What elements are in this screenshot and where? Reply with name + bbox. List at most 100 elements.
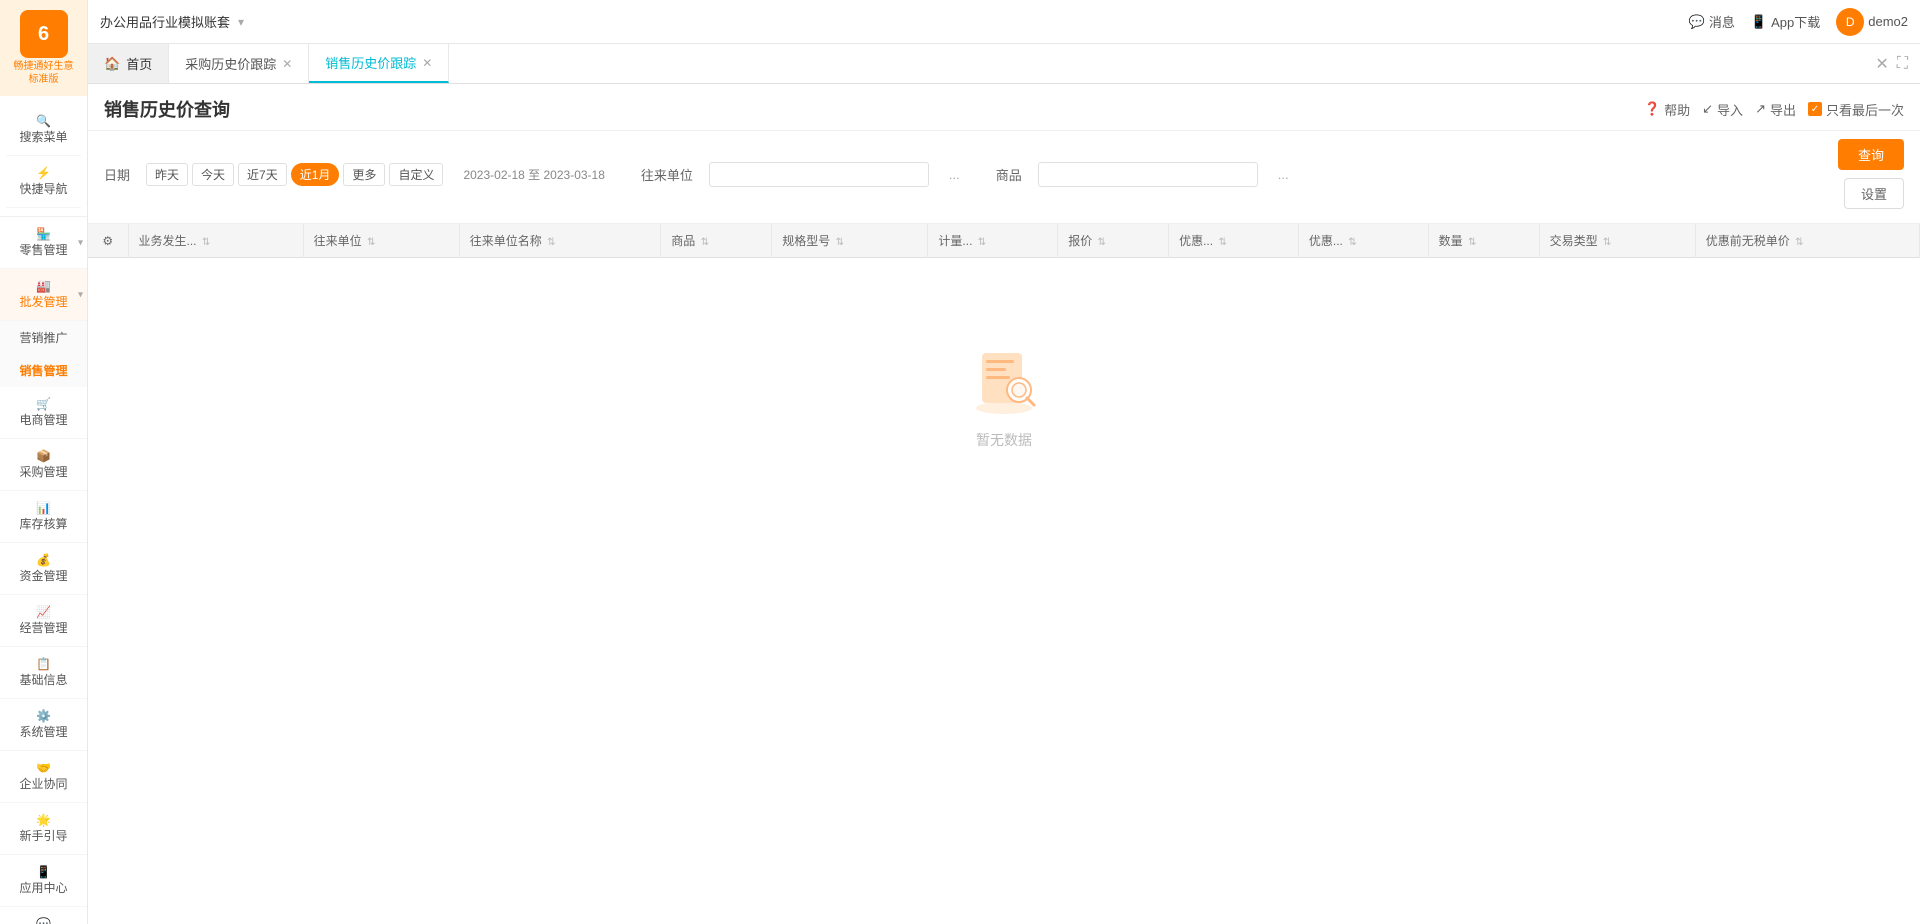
sidebar-sub-nav: 营销推广 销售管理 xyxy=(0,321,87,387)
col-goods[interactable]: 商品 ⇅ xyxy=(661,224,772,258)
help-button[interactable]: ❓ 帮助 xyxy=(1644,100,1690,119)
topbar-dropdown-icon[interactable]: ▾ xyxy=(238,15,244,29)
col-partner-code-label: 往来单位 xyxy=(314,234,362,248)
col-pre-tax-price-label: 优惠前无税单价 xyxy=(1706,234,1790,248)
tab-purchase-history-close[interactable]: ✕ xyxy=(282,57,292,71)
tab-home[interactable]: 🏠 首页 xyxy=(88,44,169,83)
sidebar-apps-label: 应用中心 xyxy=(19,879,67,896)
col-discount2-label: 优惠... xyxy=(1309,234,1343,248)
query-button[interactable]: 查询 xyxy=(1838,139,1904,170)
date-btn-yesterday[interactable]: 昨天 xyxy=(146,163,188,186)
import-label: 导入 xyxy=(1717,100,1743,119)
sidebar-item-finance[interactable]: 💰 资金管理 xyxy=(0,543,87,595)
goods-dots[interactable]: ... xyxy=(1278,167,1289,182)
sidebar-system-label: 系统管理 xyxy=(19,723,67,740)
sort-arrows-spec: ⇅ xyxy=(836,237,844,248)
col-settings[interactable]: ⚙ xyxy=(88,224,128,258)
tab-sales-history[interactable]: 销售历史价跟踪 ✕ xyxy=(309,44,449,83)
col-trade-type[interactable]: 交易类型 ⇅ xyxy=(1539,224,1695,258)
partner-input[interactable] xyxy=(709,162,929,187)
settings-button[interactable]: 设置 xyxy=(1844,178,1904,209)
date-btn-last1m[interactable]: 近1月 xyxy=(291,163,340,186)
retail-icon: 🏪 xyxy=(36,227,51,241)
sort-arrows-goods: ⇅ xyxy=(701,237,709,248)
sidebar-item-apps[interactable]: 📱 应用中心 xyxy=(0,855,87,907)
sidebar-item-retail[interactable]: 🏪 零售管理 xyxy=(0,217,87,269)
date-range-display: 2023-02-18 至 2023-03-18 xyxy=(463,166,604,183)
import-button[interactable]: ↙ 导入 xyxy=(1702,100,1743,119)
wechat-icon: 💬 xyxy=(36,917,51,924)
col-discount1[interactable]: 优惠... ⇅ xyxy=(1169,224,1299,258)
sidebar-newbie-label: 新手引导 xyxy=(19,827,67,844)
sidebar-shortcut-label: 快捷导航 xyxy=(19,180,67,197)
tab-fullscreen-icon[interactable]: ⛶ xyxy=(1897,55,1908,73)
page-header: 销售历史价查询 ❓ 帮助 ↙ 导入 ↗ 导出 ✓ 只看最后一次 xyxy=(88,84,1920,131)
col-quantity-label: 数量 xyxy=(1439,234,1463,248)
table-container: ⚙ 业务发生... ⇅ 往来单位 ⇅ 往来单位名称 ⇅ xyxy=(88,224,1920,924)
sidebar-item-enterprise[interactable]: 🤝 企业协同 xyxy=(0,751,87,803)
col-unit-label: 计量... xyxy=(938,234,972,248)
sidebar-item-operation[interactable]: 📈 经营管理 xyxy=(0,595,87,647)
app-download-button[interactable]: 📱 App下载 xyxy=(1751,12,1820,31)
sidebar-item-sales[interactable]: 销售管理 xyxy=(0,354,87,387)
col-settings-icon[interactable]: ⚙ xyxy=(102,234,113,248)
page-actions: ❓ 帮助 ↙ 导入 ↗ 导出 ✓ 只看最后一次 xyxy=(1644,100,1904,119)
sidebar-item-search[interactable]: 🔍 搜索菜单 xyxy=(6,104,81,156)
purchase-icon: 📦 xyxy=(36,449,51,463)
sidebar-item-ecommerce[interactable]: 🛒 电商管理 xyxy=(0,387,87,439)
message-button[interactable]: 💬 消息 xyxy=(1689,12,1735,31)
tab-sales-history-close[interactable]: ✕ xyxy=(422,56,432,70)
date-btn-more[interactable]: 更多 xyxy=(343,163,385,186)
col-partner-code[interactable]: 往来单位 ⇅ xyxy=(303,224,459,258)
col-biz-date[interactable]: 业务发生... ⇅ xyxy=(128,224,303,258)
col-unit[interactable]: 计量... ⇅ xyxy=(928,224,1058,258)
apps-icon: 📱 xyxy=(36,865,51,879)
sort-arrows-unit: ⇅ xyxy=(978,237,986,248)
col-quote[interactable]: 报价 ⇅ xyxy=(1058,224,1169,258)
empty-state: 暂无数据 xyxy=(88,258,1920,530)
sidebar-finance-label: 资金管理 xyxy=(19,567,67,584)
sidebar-item-inventory[interactable]: 📊 库存核算 xyxy=(0,491,87,543)
username-label: demo2 xyxy=(1868,14,1908,29)
date-btn-last7[interactable]: 近7天 xyxy=(238,163,287,186)
sidebar-ecommerce-label: 电商管理 xyxy=(19,411,67,428)
sidebar-item-marketing[interactable]: 营销推广 xyxy=(0,321,87,354)
sidebar-item-newbie[interactable]: 🌟 新手引导 xyxy=(0,803,87,855)
col-partner-name[interactable]: 往来单位名称 ⇅ xyxy=(459,224,661,258)
sort-arrows-quote: ⇅ xyxy=(1098,237,1106,248)
tab-purchase-history[interactable]: 采购历史价跟踪 ✕ xyxy=(169,44,309,83)
sort-arrows-partner-code: ⇅ xyxy=(367,237,375,248)
sidebar-retail-label: 零售管理 xyxy=(19,241,67,258)
sidebar-item-wholesale[interactable]: 🏭 批发管理 xyxy=(0,269,87,321)
sidebar-operation-label: 经营管理 xyxy=(19,619,67,636)
user-menu[interactable]: D demo2 xyxy=(1836,8,1908,36)
sidebar-item-purchase[interactable]: 📦 采购管理 xyxy=(0,439,87,491)
checkbox-checked-icon: ✓ xyxy=(1808,102,1822,116)
goods-input[interactable] xyxy=(1038,162,1258,187)
tab-sales-history-label: 销售历史价跟踪 xyxy=(325,53,416,72)
sidebar-item-basic[interactable]: 📋 基础信息 xyxy=(0,647,87,699)
col-partner-name-label: 往来单位名称 xyxy=(470,234,542,248)
message-label: 消息 xyxy=(1709,12,1735,31)
sidebar-basic-label: 基础信息 xyxy=(19,671,67,688)
sidebar-item-shortcut[interactable]: ⚡ 快捷导航 xyxy=(6,156,81,208)
tab-close-all-icon[interactable]: ✕ xyxy=(1875,54,1888,74)
topbar-right: 💬 消息 📱 App下载 D demo2 xyxy=(1689,8,1908,36)
col-quantity[interactable]: 数量 ⇅ xyxy=(1428,224,1539,258)
sidebar-inventory-label: 库存核算 xyxy=(19,515,67,532)
date-btn-custom[interactable]: 自定义 xyxy=(389,163,443,186)
col-goods-label: 商品 xyxy=(671,234,695,248)
date-btn-today[interactable]: 今天 xyxy=(192,163,234,186)
col-spec[interactable]: 规格型号 ⇅ xyxy=(772,224,928,258)
sidebar-item-system[interactable]: ⚙️ 系统管理 xyxy=(0,699,87,751)
col-pre-tax-price[interactable]: 优惠前无税单价 ⇅ xyxy=(1695,224,1919,258)
sort-arrows-discount1: ⇅ xyxy=(1218,237,1226,248)
operation-icon: 📈 xyxy=(36,605,51,619)
col-discount2[interactable]: 优惠... ⇅ xyxy=(1298,224,1428,258)
sidebar-purchase-label: 采购管理 xyxy=(19,463,67,480)
topbar: 办公用品行业模拟账套 ▾ 💬 消息 📱 App下载 D demo2 xyxy=(88,0,1920,44)
sidebar-item-wechat[interactable]: 💬 企业微信 xyxy=(0,907,87,924)
partner-dots[interactable]: ... xyxy=(949,167,960,182)
only-last-checkbox[interactable]: ✓ 只看最后一次 xyxy=(1808,100,1904,119)
export-button[interactable]: ↗ 导出 xyxy=(1755,100,1796,119)
